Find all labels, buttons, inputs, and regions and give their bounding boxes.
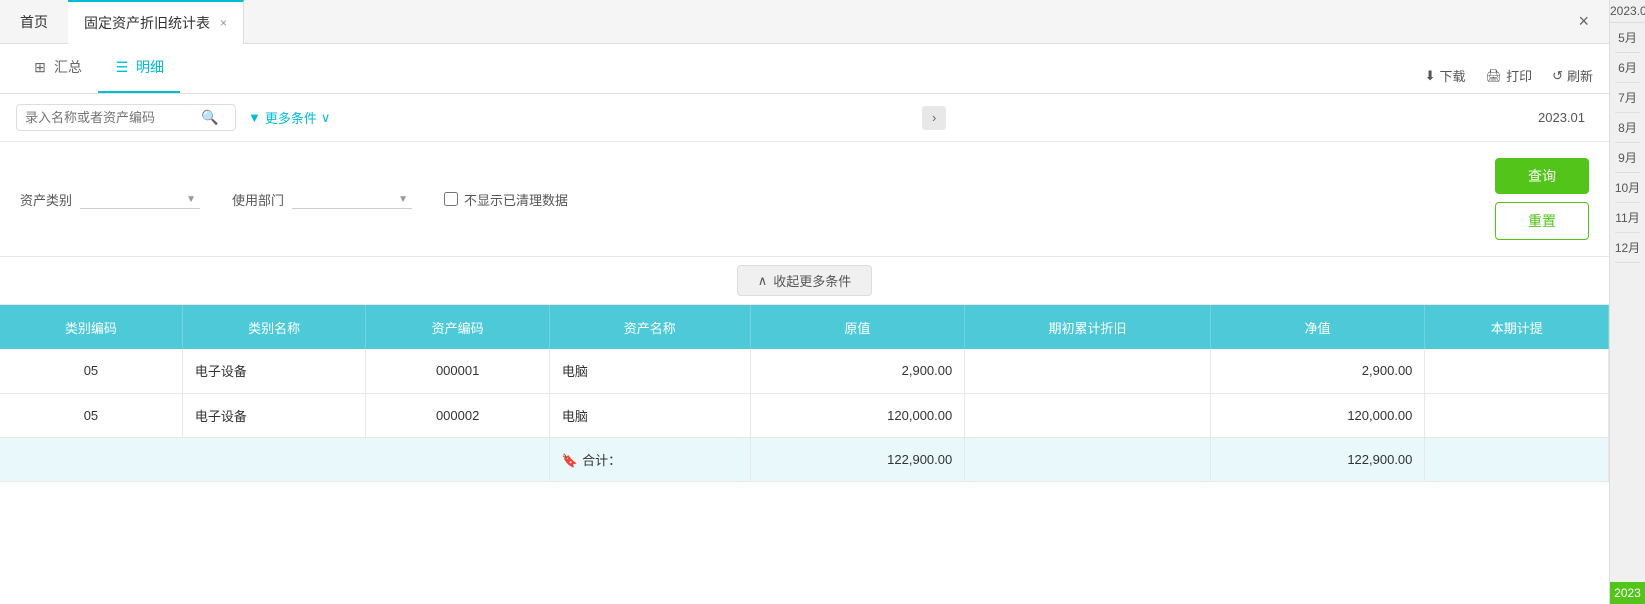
more-filter-label: 更多条件 — [265, 108, 317, 127]
download-icon: ⬇ — [1425, 68, 1436, 84]
cell-net-value: 2,900.00 — [1210, 349, 1425, 393]
sidebar-month-item[interactable]: 6月 — [1615, 53, 1640, 83]
download-label: 下载 — [1440, 66, 1466, 85]
sidebar-month-item[interactable]: 12月 — [1615, 233, 1640, 263]
print-label: 打印 — [1506, 66, 1532, 85]
data-table: 类别编码 类别名称 资产编码 资产名称 原值 期初累计折旧 净值 本期计提 05… — [0, 305, 1609, 482]
col-header-asset-name: 资产名称 — [549, 305, 750, 349]
query-button[interactable]: 查询 — [1495, 158, 1589, 194]
hide-cleared-label: 不显示已清理数据 — [464, 190, 568, 209]
col-header-category-name: 类别名称 — [182, 305, 366, 349]
table-row: 05 电子设备 000001 电脑 2,900.00 2,900.00 — [0, 349, 1609, 393]
col-header-current-dep: 本期计提 — [1425, 305, 1609, 349]
tab-close-icon[interactable]: × — [220, 16, 227, 30]
tab-summary-label: 汇总 — [54, 57, 82, 77]
refresh-icon: ↺ — [1552, 68, 1563, 84]
date-display: 2023.01 — [1538, 110, 1593, 125]
col-header-accumulated-dep: 期初累计折旧 — [965, 305, 1211, 349]
data-table-wrap: 类别编码 类别名称 资产编码 资产名称 原值 期初累计折旧 净值 本期计提 05… — [0, 305, 1609, 604]
asset-category-select[interactable] — [80, 189, 200, 209]
col-header-net-value: 净值 — [1210, 305, 1425, 349]
cell-category-name: 电子设备 — [182, 349, 366, 393]
asset-category-filter: 资产类别 ▼ — [20, 189, 200, 209]
sidebar-month-item[interactable]: 11月 — [1615, 203, 1640, 233]
department-select-wrap: ▼ — [292, 189, 412, 209]
search-input-wrap: 🔍 — [16, 104, 236, 131]
col-header-category-code: 类别编码 — [0, 305, 182, 349]
cell-original-value: 120,000.00 — [750, 393, 965, 437]
chevron-down-icon: ∨ — [321, 110, 331, 126]
cell-net-value: 120,000.00 — [1210, 393, 1425, 437]
total-current-dep — [1425, 437, 1609, 481]
collapse-arrow-button[interactable]: › — [922, 106, 946, 130]
active-tab[interactable]: 固定资产折旧统计表 × — [68, 0, 244, 44]
tab-detail-label: 明细 — [136, 57, 164, 77]
hide-cleared-wrap: 不显示已清理数据 — [444, 190, 568, 209]
table-header-row: 类别编码 类别名称 资产编码 资产名称 原值 期初累计折旧 净值 本期计提 — [0, 305, 1609, 349]
department-filter: 使用部门 ▼ — [232, 189, 412, 209]
sidebar-month-item[interactable]: 9月 — [1615, 143, 1640, 173]
total-original-value: 122,900.00 — [750, 437, 965, 481]
cell-accumulated-dep — [965, 393, 1211, 437]
cell-accumulated-dep — [965, 349, 1211, 393]
col-header-asset-code: 资产编码 — [366, 305, 550, 349]
sidebar-month-item[interactable]: 5月 — [1615, 23, 1640, 53]
chevron-right-icon: › — [932, 110, 936, 125]
collapse-button[interactable]: ∧ 收起更多条件 — [737, 265, 873, 296]
department-select[interactable] — [292, 189, 412, 209]
print-icon: 🖨 — [1486, 68, 1503, 84]
search-icon: 🔍 — [201, 109, 218, 126]
asset-category-select-wrap: ▼ — [80, 189, 200, 209]
home-tab[interactable]: 首页 — [0, 0, 68, 44]
tab-summary[interactable]: ⊞ 汇总 — [16, 43, 98, 93]
cell-asset-code: 000002 — [366, 393, 550, 437]
print-button[interactable]: 🖨 打印 — [1486, 66, 1533, 85]
right-sidebar: 2023.01 5月6月7月8月9月10月11月12月 2023 — [1609, 0, 1645, 604]
cell-asset-name: 电脑 — [549, 349, 750, 393]
hide-cleared-checkbox[interactable] — [444, 192, 458, 206]
cell-category-name: 电子设备 — [182, 393, 366, 437]
download-button[interactable]: ⬇ 下载 — [1425, 66, 1466, 85]
reset-button[interactable]: 重置 — [1495, 202, 1589, 240]
summary-icon: ⊞ — [32, 59, 48, 75]
department-label: 使用部门 — [232, 190, 284, 209]
cell-category-code: 05 — [0, 393, 182, 437]
cell-original-value: 2,900.00 — [750, 349, 965, 393]
total-row: 🔖合计： 122,900.00 122,900.00 — [0, 437, 1609, 481]
col-header-original-value: 原值 — [750, 305, 965, 349]
cell-asset-code: 000001 — [366, 349, 550, 393]
total-label-text: 🔖合计： — [549, 437, 750, 481]
filter-panel: 资产类别 ▼ 使用部门 ▼ 不显示已清理数 — [0, 142, 1609, 257]
tab-detail[interactable]: ☰ 明细 — [98, 43, 180, 93]
collapse-label: 收起更多条件 — [773, 271, 851, 290]
chevron-up-icon: ∧ — [758, 273, 768, 289]
more-filter-button[interactable]: ▼ 更多条件 ∨ — [248, 108, 330, 127]
filter-actions: 查询 重置 — [1495, 158, 1589, 240]
sidebar-month-item[interactable]: 10月 — [1615, 173, 1640, 203]
detail-icon: ☰ — [114, 59, 130, 75]
search-input[interactable] — [25, 110, 195, 125]
asset-category-label: 资产类别 — [20, 190, 72, 209]
total-label — [0, 437, 549, 481]
sidebar-month-item[interactable]: 8月 — [1615, 113, 1640, 143]
cell-current-dep — [1425, 349, 1609, 393]
total-icon: 🔖 — [562, 453, 578, 468]
date-nav[interactable]: 2023.01 — [1610, 0, 1645, 23]
table-row: 05 电子设备 000002 电脑 120,000.00 120,000.00 — [0, 393, 1609, 437]
total-accumulated-dep — [965, 437, 1211, 481]
cell-current-dep — [1425, 393, 1609, 437]
total-net-value: 122,900.00 — [1210, 437, 1425, 481]
refresh-button[interactable]: ↺ 刷新 — [1552, 66, 1593, 85]
sidebar-month-item[interactable]: 7月 — [1615, 83, 1640, 113]
cell-asset-name: 电脑 — [549, 393, 750, 437]
tab-label: 固定资产折旧统计表 — [84, 13, 210, 33]
refresh-label: 刷新 — [1567, 66, 1593, 85]
collapse-row: ∧ 收起更多条件 — [0, 257, 1609, 305]
window-close-icon[interactable]: × — [1578, 11, 1609, 32]
cell-category-code: 05 — [0, 349, 182, 393]
filter-icon: ▼ — [248, 110, 261, 125]
sidebar-year[interactable]: 2023 — [1610, 582, 1645, 604]
